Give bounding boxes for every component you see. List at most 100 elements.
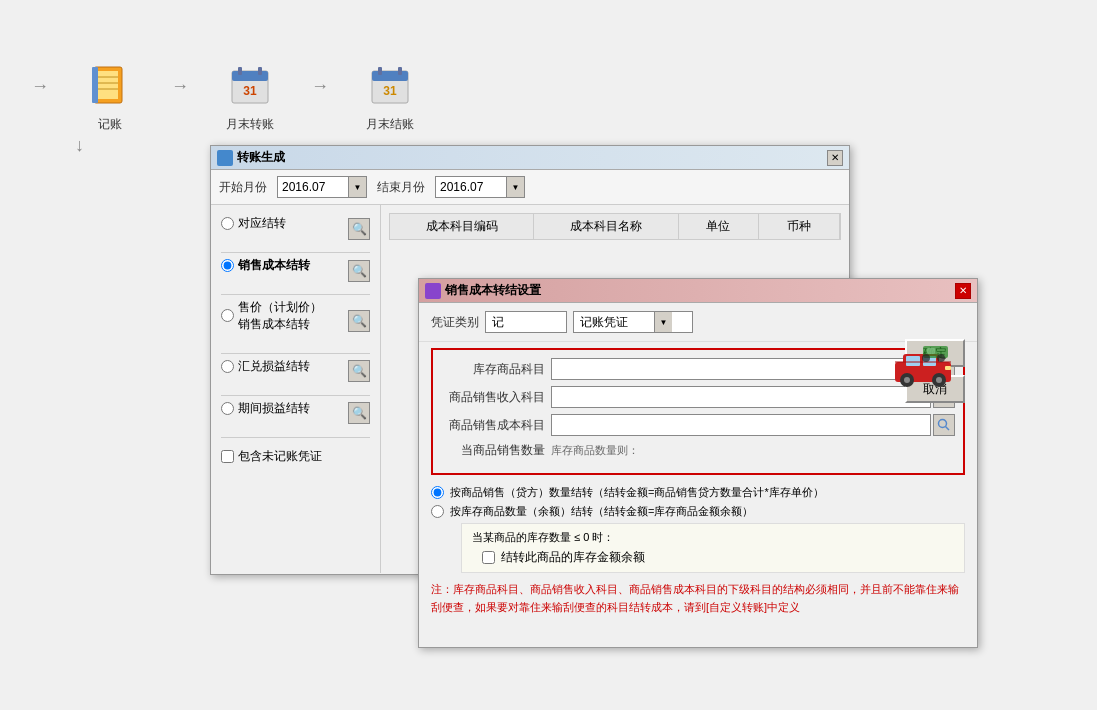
transfer-close-button[interactable]: ✕ [827,150,843,166]
transfer-title-icon [217,150,233,166]
search-chengben-btn[interactable] [933,414,955,436]
transfer-title: 转账生成 [217,149,285,166]
radio-duiying-input[interactable] [221,217,234,230]
start-month-dropdown-btn[interactable]: ▼ [348,177,366,197]
svg-rect-30 [945,366,951,370]
radio-huidui[interactable]: 汇兑损益结转 [221,358,310,375]
step-label-jizhang: 记账 [98,116,122,133]
table-header: 成本科目编码 成本科目名称 单位 币种 [389,213,841,240]
workflow-step-yuemo-zhuanzhang: 31 月末转账 [200,60,300,133]
condition-row: 当某商品的库存数量 ≤ 0 时： [472,530,954,545]
search-shoujia-btn[interactable]: 🔍 [348,310,370,332]
down-arrow-icon: ↓ [75,135,84,156]
workflow-step-yuemo-jiezhang: 31 月末结账 [340,60,440,133]
note-text: 注：库存商品科目、商品销售收入科目、商品销售成本科目的下级科目的结构必须相同，并… [431,583,959,613]
voucher-row: 凭证类别 记 记账凭证 ▼ [419,303,977,342]
end-month-dropdown-btn[interactable]: ▼ [506,177,524,197]
option-row-2: 按库存商品数量（余额）结转（结转金额=库存商品金额余额） [431,504,965,519]
svg-rect-1 [98,71,118,99]
col-unit: 单位 [679,214,760,239]
label-shuliang: 当商品销售数量 [441,442,551,459]
voucher-select[interactable]: 记 [485,311,567,333]
form-row-shouru: 商品销售收入科目 [441,386,955,408]
voucher-value: 记 [486,314,566,331]
radio-xiaoshou[interactable]: 销售成本结转 [221,257,310,274]
workflow-step-jizhang: 记账 [60,60,160,133]
search-huidui-btn[interactable]: 🔍 [348,360,370,382]
sub-option-text: 结转此商品的库存金额余额 [501,549,645,566]
input-kucun[interactable] [551,358,931,380]
radio-option2[interactable] [431,505,444,518]
svg-point-34 [922,354,930,362]
transfer-left-panel: 对应结转 🔍 销售成本结转 🔍 售价（计划价）销售成本结转 🔍 [211,205,381,573]
shuliang-hint: 库存商品数量则： [551,443,639,458]
radio-row-qijian: 期间损益结转 🔍 [221,400,370,427]
left-arrow-icon: → [20,77,60,97]
options-section: 按商品销售（贷方）数量结转（结转金额=商品销售贷方数量合计*库存单价） 按库存商… [419,481,977,577]
svg-rect-5 [92,67,98,103]
col-currency: 币种 [759,214,840,239]
input-shouru[interactable] [551,386,931,408]
end-month-label: 结束月份 [377,179,425,196]
voucher-label: 凭证类别 [431,314,479,331]
svg-point-27 [904,377,910,383]
radio-option1[interactable] [431,486,444,499]
start-month-input[interactable] [278,177,348,197]
sales-titlebar: 销售成本转结设置 ✕ [419,279,977,303]
col-name: 成本科目名称 [534,214,678,239]
svg-text:31: 31 [383,84,397,98]
radio-shoujia[interactable]: 售价（计划价）销售成本结转 [221,299,322,333]
svg-line-21 [946,427,950,431]
option-row-1: 按商品销售（贷方）数量结转（结转金额=商品销售贷方数量合计*库存单价） [431,485,965,500]
label-shouru: 商品销售收入科目 [441,389,551,406]
checkbox-weijizh[interactable] [221,450,234,463]
sales-title: 销售成本转结设置 [425,282,541,299]
sub-option-checkbox[interactable] [482,551,495,564]
radio-xiaoshou-input[interactable] [221,259,234,272]
option2-text: 按库存商品数量（余额）结转（结转金额=库存商品金额余额） [450,504,753,519]
radio-duiying[interactable]: 对应结转 [221,215,286,232]
sales-close-button[interactable]: ✕ [955,283,971,299]
step-label-yuemo-zhuanzhang: 月末转账 [226,116,274,133]
arrow1-icon: → [160,77,200,97]
svg-rect-24 [906,356,920,366]
svg-rect-7 [232,71,268,81]
start-month-combo[interactable]: ▼ [277,176,367,198]
search-duiying-btn[interactable]: 🔍 [348,218,370,240]
radio-qijian-input[interactable] [221,402,234,415]
transfer-header: 开始月份 ▼ 结束月份 ▼ [211,170,849,205]
svg-rect-33 [927,348,935,354]
svg-rect-13 [378,67,382,75]
form-row-kucun: 库存商品科目 [441,358,955,380]
action-buttons: 确定 取消 [905,339,965,403]
form-row-shuliang: 当商品销售数量 库存商品数量则： [441,442,955,459]
search-qijian-btn[interactable]: 🔍 [348,402,370,424]
transfer-titlebar: 转账生成 ✕ [211,146,849,170]
svg-rect-9 [258,67,262,75]
svg-rect-14 [398,67,402,75]
checkbox-row-weijizh[interactable]: 包含未记账凭证 [221,448,370,465]
arrow2-icon: → [300,77,340,97]
search-xiaoshou-btn[interactable]: 🔍 [348,260,370,282]
car-icon [893,344,953,394]
radio-row-shoujia: 售价（计划价）销售成本结转 🔍 [221,299,370,343]
sales-window: 销售成本转结设置 ✕ 凭证类别 记 记账凭证 ▼ 库存商品科目 [418,278,978,648]
radio-qijian[interactable]: 期间损益结转 [221,400,310,417]
red-border-section: 库存商品科目 商品销售收入科目 商品销售成本科目 [431,348,965,475]
radio-huidui-input[interactable] [221,360,234,373]
input-chengben[interactable] [551,414,931,436]
voucher-name-select[interactable]: 记账凭证 ▼ [573,311,693,333]
option1-text: 按商品销售（贷方）数量结转（结转金额=商品销售贷方数量合计*库存单价） [450,485,824,500]
voucher-name: 记账凭证 [574,314,654,331]
sales-title-icon [425,283,441,299]
book-icon [85,60,135,110]
indent-section: 当某商品的库存数量 ≤ 0 时： 结转此商品的库存金额余额 [461,523,965,573]
end-month-input[interactable] [436,177,506,197]
voucher-dropdown-btn[interactable]: ▼ [654,312,672,332]
radio-row-xiaoshou: 销售成本结转 🔍 [221,257,370,284]
svg-rect-12 [372,71,408,81]
note-section: 注：库存商品科目、商品销售收入科目、商品销售成本科目的下级科目的结构必须相同，并… [419,577,977,620]
end-month-combo[interactable]: ▼ [435,176,525,198]
radio-shoujia-input[interactable] [221,309,234,322]
label-chengben: 商品销售成本科目 [441,417,551,434]
